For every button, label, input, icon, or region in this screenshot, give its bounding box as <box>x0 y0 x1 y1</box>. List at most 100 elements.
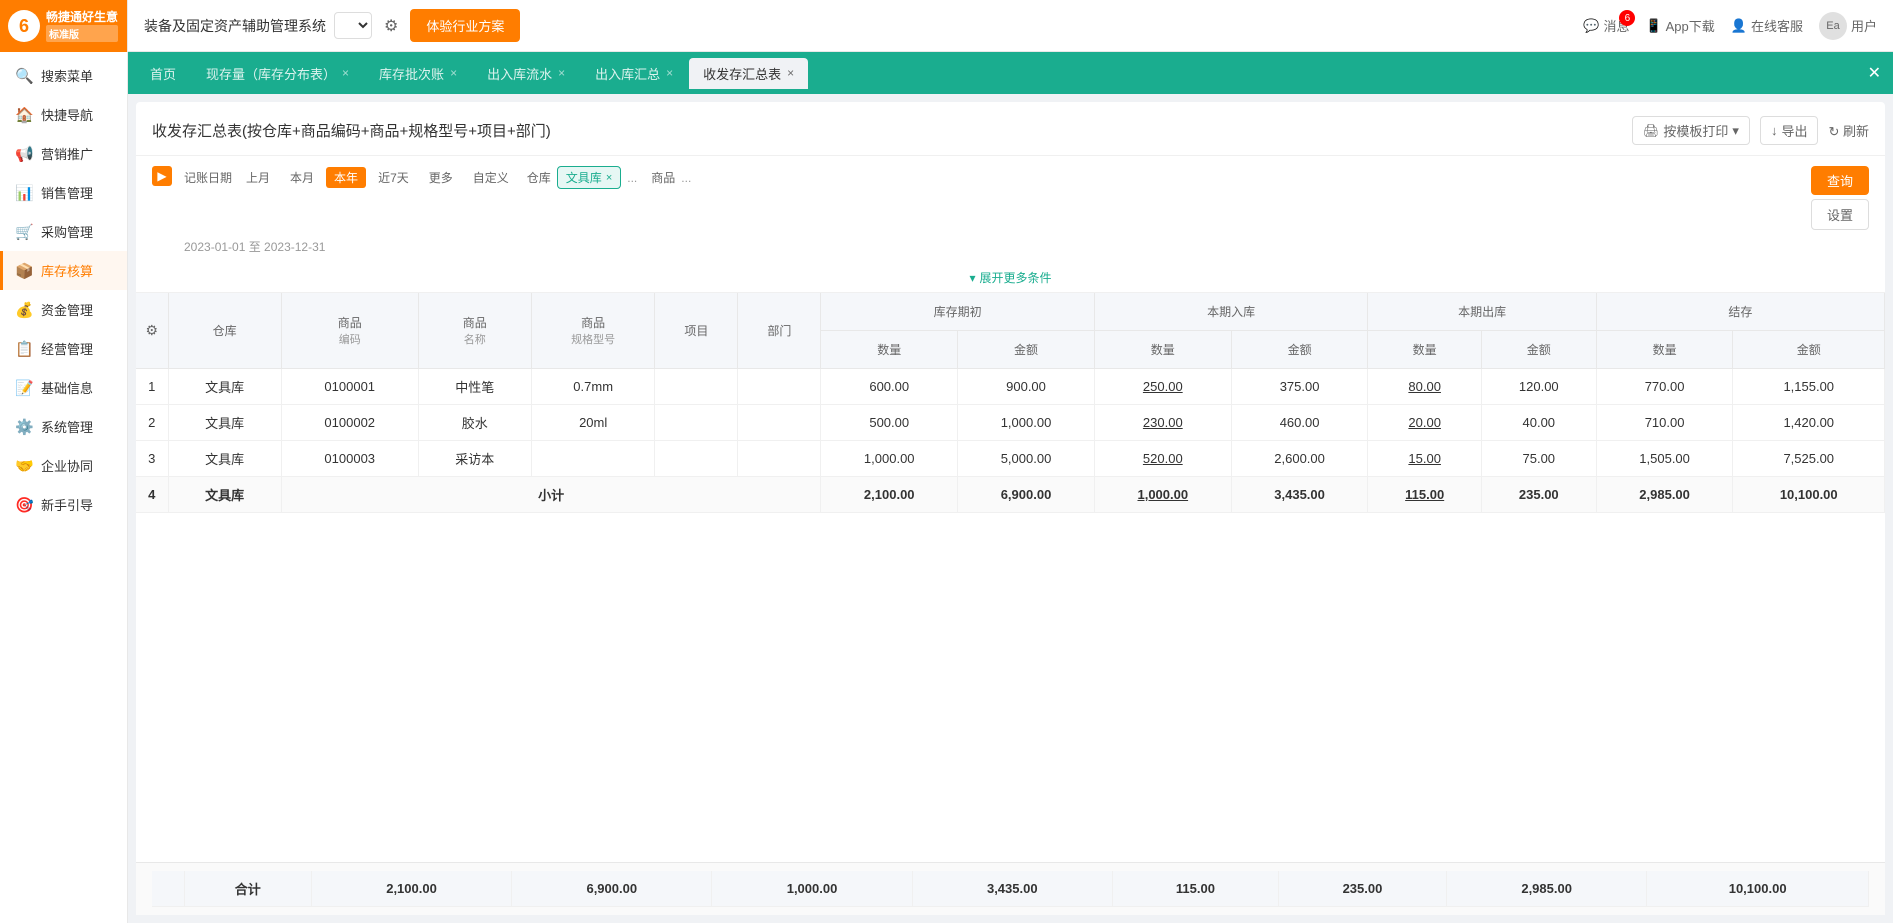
tab-close-icon[interactable]: × <box>450 66 457 80</box>
marketing-icon: 📢 <box>15 145 33 163</box>
cell-code: 0100001 <box>281 369 418 405</box>
th-open-amt: 金额 <box>958 331 1095 369</box>
print-button[interactable]: 🖨 按模板打印 ▾ <box>1632 116 1750 145</box>
cell-spec <box>531 441 654 477</box>
date-btn-more[interactable]: 更多 <box>421 167 461 188</box>
cell-in-qty[interactable]: 520.00 <box>1094 441 1231 477</box>
user-label: 用户 <box>1851 16 1877 35</box>
cell-out-qty[interactable]: 20.00 <box>1368 405 1481 441</box>
cell-out-amt: 75.00 <box>1481 441 1596 477</box>
sidebar-item-finance[interactable]: 💰 资金管理 <box>0 290 127 329</box>
date-btn-this-year[interactable]: 本年 <box>326 167 366 188</box>
sidebar-item-quick-nav[interactable]: 🏠 快捷导航 <box>0 95 127 134</box>
cell-out-qty[interactable]: 15.00 <box>1368 441 1481 477</box>
cell-warehouse: 文具库 <box>168 405 281 441</box>
tab-batch[interactable]: 库存批次账 × <box>365 58 471 89</box>
sidebar-item-inventory[interactable]: 📦 库存核算 <box>0 251 127 290</box>
sidebar-item-search[interactable]: 🔍 搜索菜单 <box>0 56 127 95</box>
sidebar: 6 畅捷通好生意 标准版 🔍 搜索菜单 🏠 快捷导航 📢 营销推广 📊 销售管理… <box>0 0 128 923</box>
footer-total-bar: 合计 2,100.00 6,900.00 1,000.00 3,435.00 1… <box>136 862 1885 915</box>
cell-bal-amt: 7,525.00 <box>1733 441 1885 477</box>
data-table: ⚙ 仓库 商品编码 商品名称 商品规格型号 项目 部门 库存期初 本期入库 本期… <box>136 293 1885 513</box>
sidebar-item-guide[interactable]: 🎯 新手引导 <box>0 485 127 524</box>
column-settings-icon[interactable]: ⚙ <box>145 322 158 338</box>
cell-bal-qty: 2,985.00 <box>1596 477 1733 513</box>
tab-label: 收发存汇总表 <box>703 64 781 83</box>
th-goods-spec: 商品规格型号 <box>531 293 654 369</box>
messages-btn[interactable]: 💬 消息 6 <box>1583 16 1629 35</box>
filter-settings-button[interactable]: 设置 <box>1811 199 1869 230</box>
warehouse-remove-icon[interactable]: × <box>606 172 612 184</box>
export-label: 导出 <box>1781 121 1807 140</box>
cell-bal-amt: 10,100.00 <box>1733 477 1885 513</box>
sidebar-item-system[interactable]: ⚙️ 系统管理 <box>0 407 127 446</box>
th-out-amt: 金额 <box>1481 331 1596 369</box>
sidebar-logo: 6 畅捷通好生意 标准版 <box>0 0 127 52</box>
total-open-qty: 2,100.00 <box>311 871 511 907</box>
user-menu[interactable]: Ea 用户 <box>1819 12 1877 40</box>
table-row: 3 文具库 0100003 采访本 1,000.00 5,000.00 520.… <box>136 441 1885 477</box>
chevron-down-icon: ▾ <box>1732 123 1739 139</box>
header-left: 装备及固定资产辅助管理系统 ⚙ 体验行业方案 <box>144 9 520 42</box>
sidebar-item-operations[interactable]: 📋 经营管理 <box>0 329 127 368</box>
cell-in-qty[interactable]: 1,000.00 <box>1094 477 1231 513</box>
date-btn-this-month[interactable]: 本月 <box>282 167 322 188</box>
tab-close-icon[interactable]: × <box>666 66 673 80</box>
online-service-label: 在线客服 <box>1751 16 1803 35</box>
tab-home[interactable]: 首页 <box>136 58 190 89</box>
tab-flow[interactable]: 出入库流水 × <box>473 58 579 89</box>
cell-subtotal-label: 小计 <box>281 477 821 513</box>
cell-in-amt: 460.00 <box>1231 405 1368 441</box>
sidebar-item-label: 新手引导 <box>41 495 93 514</box>
cell-in-qty[interactable]: 250.00 <box>1094 369 1231 405</box>
app-download-btn[interactable]: 📱 App下载 <box>1645 16 1714 35</box>
page-title-bar: 收发存汇总表(按仓库+商品编码+商品+规格型号+项目+部门) 🖨 按模板打印 ▾… <box>136 102 1885 156</box>
goods-dots[interactable]: ... <box>681 171 691 185</box>
cell-in-qty[interactable]: 230.00 <box>1094 405 1231 441</box>
cell-out-qty[interactable]: 80.00 <box>1368 369 1481 405</box>
cell-no: 2 <box>136 405 168 441</box>
messages-badge: 6 <box>1619 10 1635 26</box>
warehouse-dots[interactable]: ... <box>627 171 637 185</box>
logo-icon: 6 <box>8 10 40 42</box>
cell-bal-amt: 1,155.00 <box>1733 369 1885 405</box>
tab-close-icon[interactable]: × <box>558 66 565 80</box>
tab-close-icon[interactable]: × <box>342 66 349 80</box>
sidebar-item-enterprise[interactable]: 🤝 企业协同 <box>0 446 127 485</box>
sidebar-item-sales[interactable]: 📊 销售管理 <box>0 173 127 212</box>
export-button[interactable]: ↓ 导出 <box>1760 116 1819 145</box>
date-btn-last-month[interactable]: 上月 <box>238 167 278 188</box>
date-filter-label: 记账日期 <box>184 169 232 186</box>
tab-label: 库存批次账 <box>379 64 444 83</box>
cell-in-amt: 375.00 <box>1231 369 1368 405</box>
date-btn-custom[interactable]: 自定义 <box>465 167 517 188</box>
online-service-btn[interactable]: 👤 在线客服 <box>1731 16 1803 35</box>
tab-summary[interactable]: 出入库汇总 × <box>581 58 687 89</box>
refresh-button[interactable]: ↻ 刷新 <box>1828 121 1869 140</box>
sidebar-item-basic-info[interactable]: 📝 基础信息 <box>0 368 127 407</box>
home-icon: 🏠 <box>15 106 33 124</box>
date-btn-7days[interactable]: 近7天 <box>370 167 417 188</box>
refresh-icon: ↻ <box>1828 124 1839 139</box>
sidebar-item-purchase[interactable]: 🛒 采购管理 <box>0 212 127 251</box>
export-icon: ↓ <box>1771 123 1778 138</box>
tab-close-active-icon[interactable]: × <box>787 66 794 80</box>
filter-collapse-btn[interactable]: ▶ <box>152 166 172 186</box>
cell-out-amt: 120.00 <box>1481 369 1596 405</box>
tab-inventory-dist[interactable]: 现存量（库存分布表） × <box>192 58 363 89</box>
sidebar-item-marketing[interactable]: 📢 营销推广 <box>0 134 127 173</box>
sidebar-item-label: 库存核算 <box>41 261 93 280</box>
th-warehouse: 仓库 <box>168 293 281 369</box>
cell-out-qty[interactable]: 115.00 <box>1368 477 1481 513</box>
expand-conditions-btn[interactable]: ▾ 展开更多条件 <box>152 263 1869 292</box>
query-button[interactable]: 查询 <box>1811 166 1869 195</box>
tab-bar-close-icon[interactable]: ✕ <box>1864 59 1885 87</box>
settings-icon[interactable]: ⚙ <box>380 12 402 40</box>
main-area: 装备及固定资产辅助管理系统 ⚙ 体验行业方案 💬 消息 6 📱 App下载 👤 … <box>128 0 1893 923</box>
cell-bal-amt: 1,420.00 <box>1733 405 1885 441</box>
th-project: 项目 <box>655 293 738 369</box>
cell-no: 1 <box>136 369 168 405</box>
tab-stock-summary[interactable]: 收发存汇总表 × <box>689 58 808 89</box>
system-select[interactable] <box>334 12 372 39</box>
trial-button[interactable]: 体验行业方案 <box>410 9 520 42</box>
